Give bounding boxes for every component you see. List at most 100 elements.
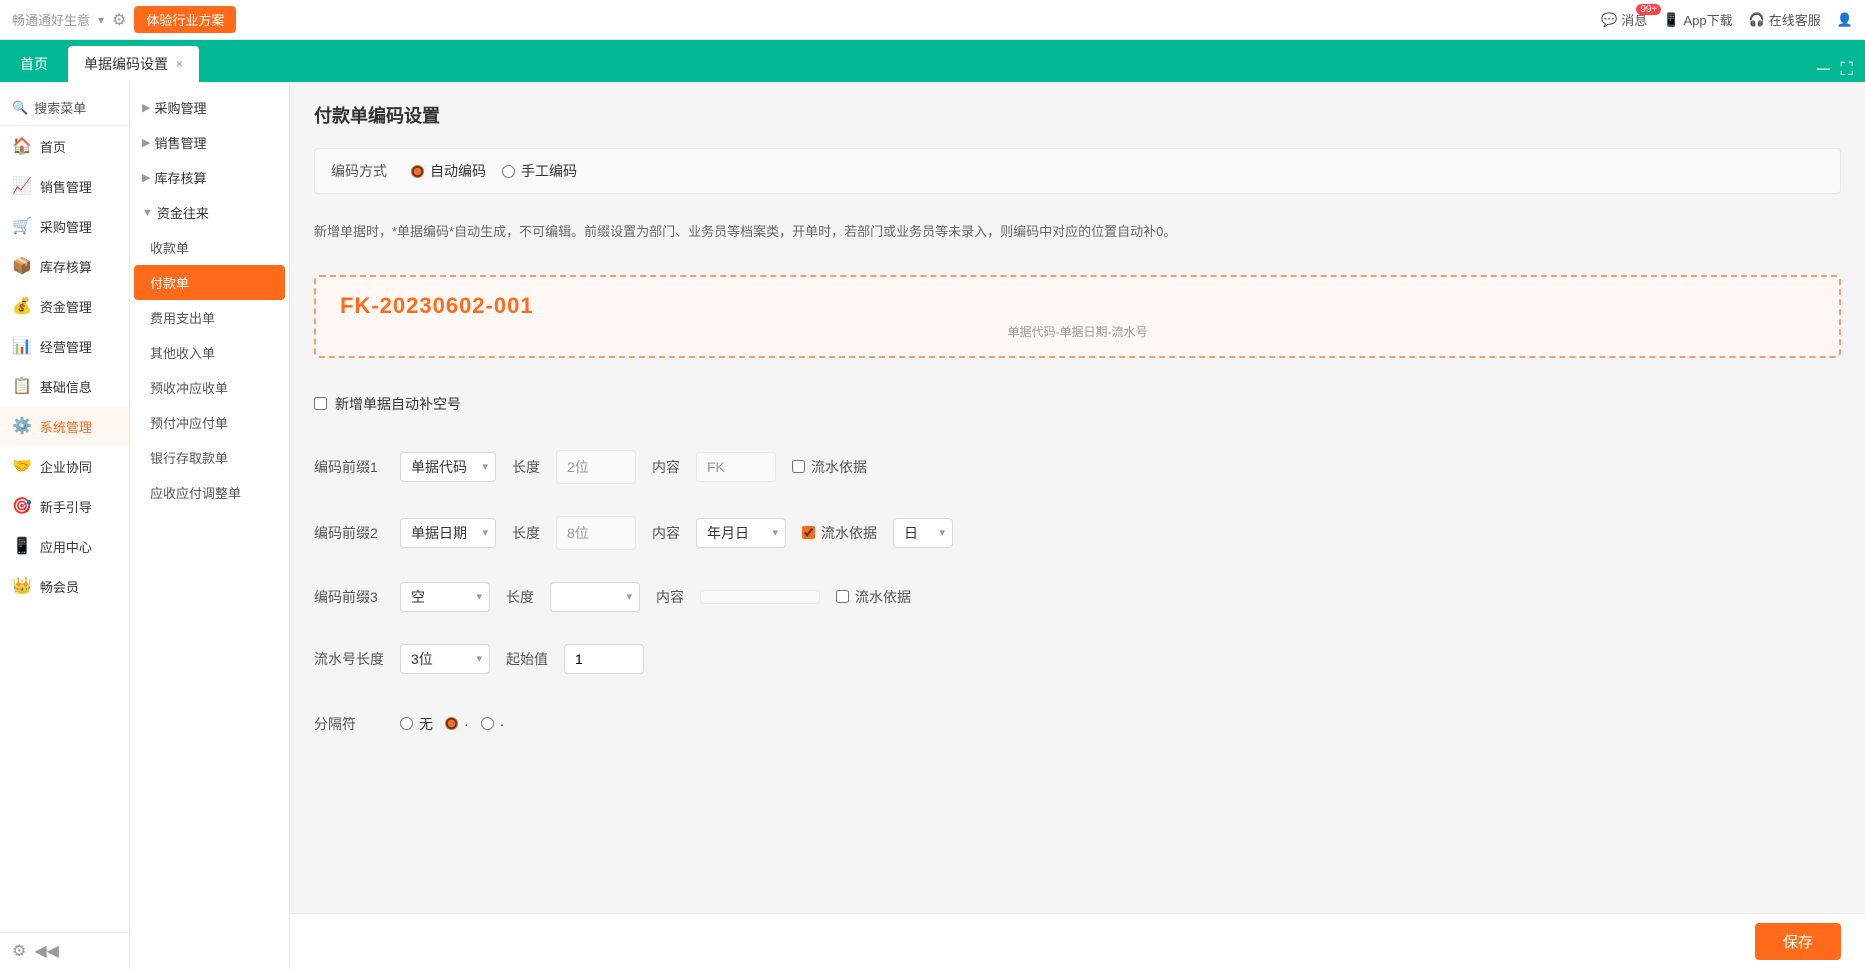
sep-none-label: 无: [419, 714, 433, 734]
sidebar-item-sales[interactable]: 📈 销售管理: [0, 166, 129, 206]
app-download-label: App下载: [1683, 10, 1732, 29]
prefix1-label: 编码前缀1: [314, 457, 384, 477]
group-purchase-title[interactable]: ▶ 采购管理: [130, 90, 289, 125]
sub-item-expense[interactable]: 费用支出单: [130, 300, 289, 335]
serial-row: 流水号长度 3位 ▾ 起始值: [314, 644, 1841, 674]
auto-encoding-option[interactable]: 自动编码: [411, 161, 486, 181]
prefix1-serial-check[interactable]: 流水依据: [792, 457, 867, 477]
trial-button[interactable]: 体验行业方案: [134, 6, 236, 33]
prefix3-length-select[interactable]: [550, 582, 640, 612]
sidebar-item-home[interactable]: 🏠 首页: [0, 126, 129, 166]
sidebar-item-purchase[interactable]: 🛒 采购管理: [0, 206, 129, 246]
prefix2-unit-select-wrapper: 日 ▾: [893, 518, 953, 548]
prefix3-select-wrapper: 空 ▾: [400, 582, 490, 612]
group-purchase-label: 采购管理: [154, 98, 206, 117]
prefix2-content-select-wrapper: 年月日 ▾: [696, 518, 786, 548]
sub-sidebar: ▶ 采购管理 ▶ 销售管理 ▶ 库存核算 ▼ 资金往来 收款单 付款单 费用支出…: [130, 82, 290, 969]
sub-item-payment[interactable]: 付款单: [134, 265, 285, 300]
tab-actions: － ⛶: [1814, 56, 1865, 82]
sep-dash-label: ·: [500, 716, 505, 732]
prefix2-content-select[interactable]: 年月日: [696, 518, 786, 548]
top-bar: 畅通通好生意 ▾ ⚙ 体验行业方案 💬 消息 99+ 📱 App下载 🎧 在线客…: [0, 0, 1865, 40]
prefix2-serial-check[interactable]: 流水依据: [802, 523, 877, 543]
prefix2-select[interactable]: 单据日期: [400, 518, 496, 548]
app-download-button[interactable]: 📱 App下载: [1663, 10, 1732, 29]
sidebar-item-system[interactable]: ⚙️ 系统管理: [0, 406, 129, 446]
sep-dash-radio[interactable]: [481, 717, 494, 730]
prefix1-serial-checkbox[interactable]: [792, 460, 805, 473]
sep-none-radio[interactable]: [400, 717, 413, 730]
sep-dot-option[interactable]: ·: [445, 716, 469, 732]
sidebar-item-basic[interactable]: 📋 基础信息: [0, 366, 129, 406]
group-sales-arrow: ▶: [142, 136, 150, 149]
sub-item-prepay-payable[interactable]: 预付冲应付单: [130, 405, 289, 440]
sidebar-item-enterprise[interactable]: 🤝 企业协同: [0, 446, 129, 486]
settings-icon[interactable]: ⚙: [112, 10, 126, 30]
serial-start-input[interactable]: [564, 644, 644, 674]
save-button[interactable]: 保存: [1755, 923, 1841, 960]
auto-fill-label: 新增单据自动补空号: [335, 394, 461, 414]
message-button[interactable]: 💬 消息 99+: [1601, 10, 1647, 29]
group-purchase: ▶ 采购管理: [130, 90, 289, 125]
prefix2-unit-select[interactable]: 日: [893, 518, 953, 548]
group-capital-title[interactable]: ▼ 资金往来: [130, 195, 289, 230]
sidebar-label-system: 系统管理: [40, 417, 92, 436]
sub-item-adjustment[interactable]: 应收应付调整单: [130, 475, 289, 510]
sidebar-item-newbie[interactable]: 🎯 新手引导: [0, 486, 129, 526]
prefix1-row: 编码前缀1 单据代码 ▾ 长度 2位 内容 FK 流水依据: [314, 450, 1841, 484]
tab-home[interactable]: 首页: [4, 46, 64, 82]
online-service-button[interactable]: 🎧 在线客服: [1749, 10, 1821, 29]
sales-icon: 📈: [12, 176, 32, 196]
prefix1-select[interactable]: 单据代码: [400, 452, 496, 482]
basic-icon: 📋: [12, 376, 32, 396]
top-bar-right: 💬 消息 99+ 📱 App下载 🎧 在线客服 👤: [1601, 10, 1853, 29]
sub-item-bank[interactable]: 银行存取款单: [130, 440, 289, 475]
group-sales-title[interactable]: ▶ 销售管理: [130, 125, 289, 160]
manual-encoding-radio[interactable]: [502, 165, 515, 178]
auto-fill-checkbox[interactable]: [314, 397, 327, 410]
finance-icon: 💰: [12, 296, 32, 316]
app-brand: 畅通通好生意: [12, 10, 90, 29]
prefix3-serial-check[interactable]: 流水依据: [836, 587, 911, 607]
search-menu[interactable]: 🔍 搜索菜单: [0, 90, 129, 126]
sidebar-item-finance[interactable]: 💰 资金管理: [0, 286, 129, 326]
group-inventory-title[interactable]: ▶ 库存核算: [130, 160, 289, 195]
sub-item-receipt[interactable]: 收款单: [130, 230, 289, 265]
prefix2-length-value: 8位: [556, 516, 636, 550]
prefix2-serial-checkbox[interactable]: [802, 526, 815, 539]
sidebar-label-operation: 经营管理: [40, 337, 92, 356]
sep-none-option[interactable]: 无: [400, 714, 433, 734]
serial-length-select-wrapper: 3位 ▾: [400, 644, 490, 674]
serial-length-select[interactable]: 3位: [400, 644, 490, 674]
prefix3-row: 编码前缀3 空 ▾ 长度 ▾ 内容 流水: [314, 582, 1841, 612]
sidebar-item-operation[interactable]: 📊 经营管理: [0, 326, 129, 366]
tab-close-icon[interactable]: ×: [176, 57, 183, 71]
prefix3-select[interactable]: 空: [400, 582, 490, 612]
group-inventory-label: 库存核算: [154, 168, 206, 187]
manual-encoding-option[interactable]: 手工编码: [502, 161, 577, 181]
inventory-icon: 📦: [12, 256, 32, 276]
sub-item-prepay-receivable[interactable]: 预收冲应收单: [130, 370, 289, 405]
tab-encoding-settings[interactable]: 单据编码设置 ×: [68, 46, 199, 82]
expand-icon[interactable]: ⛶: [1840, 59, 1853, 80]
sep-dash-option[interactable]: ·: [481, 716, 505, 732]
auto-encoding-radio[interactable]: [411, 165, 424, 178]
serial-length-label: 流水号长度: [314, 649, 384, 669]
settings-bottom-icon[interactable]: ⚙: [12, 941, 26, 961]
dropdown-arrow-icon[interactable]: ▾: [98, 13, 104, 27]
sidebar-item-apps[interactable]: 📱 应用中心: [0, 526, 129, 566]
prefix3-serial-checkbox[interactable]: [836, 590, 849, 603]
sidebar-item-inventory[interactable]: 📦 库存核算: [0, 246, 129, 286]
collapse-icon[interactable]: ◀◀: [34, 941, 59, 961]
minimize-icon[interactable]: －: [1814, 56, 1832, 82]
user-avatar[interactable]: 👤: [1837, 12, 1853, 28]
left-sidebar: 🔍 搜索菜单 🏠 首页 📈 销售管理 🛒 采购管理 📦 库存核算 💰 资金管理 …: [0, 82, 130, 969]
sidebar-item-vip[interactable]: 👑 畅会员: [0, 566, 129, 606]
prefix2-serial-label: 流水依据: [821, 523, 877, 543]
group-inventory: ▶ 库存核算: [130, 160, 289, 195]
system-icon: ⚙️: [12, 416, 32, 436]
prefix1-length-value: 2位: [556, 450, 636, 484]
sidebar-label-basic: 基础信息: [40, 377, 92, 396]
sep-dot-radio[interactable]: [445, 717, 458, 730]
sub-item-other-income[interactable]: 其他收入单: [130, 335, 289, 370]
